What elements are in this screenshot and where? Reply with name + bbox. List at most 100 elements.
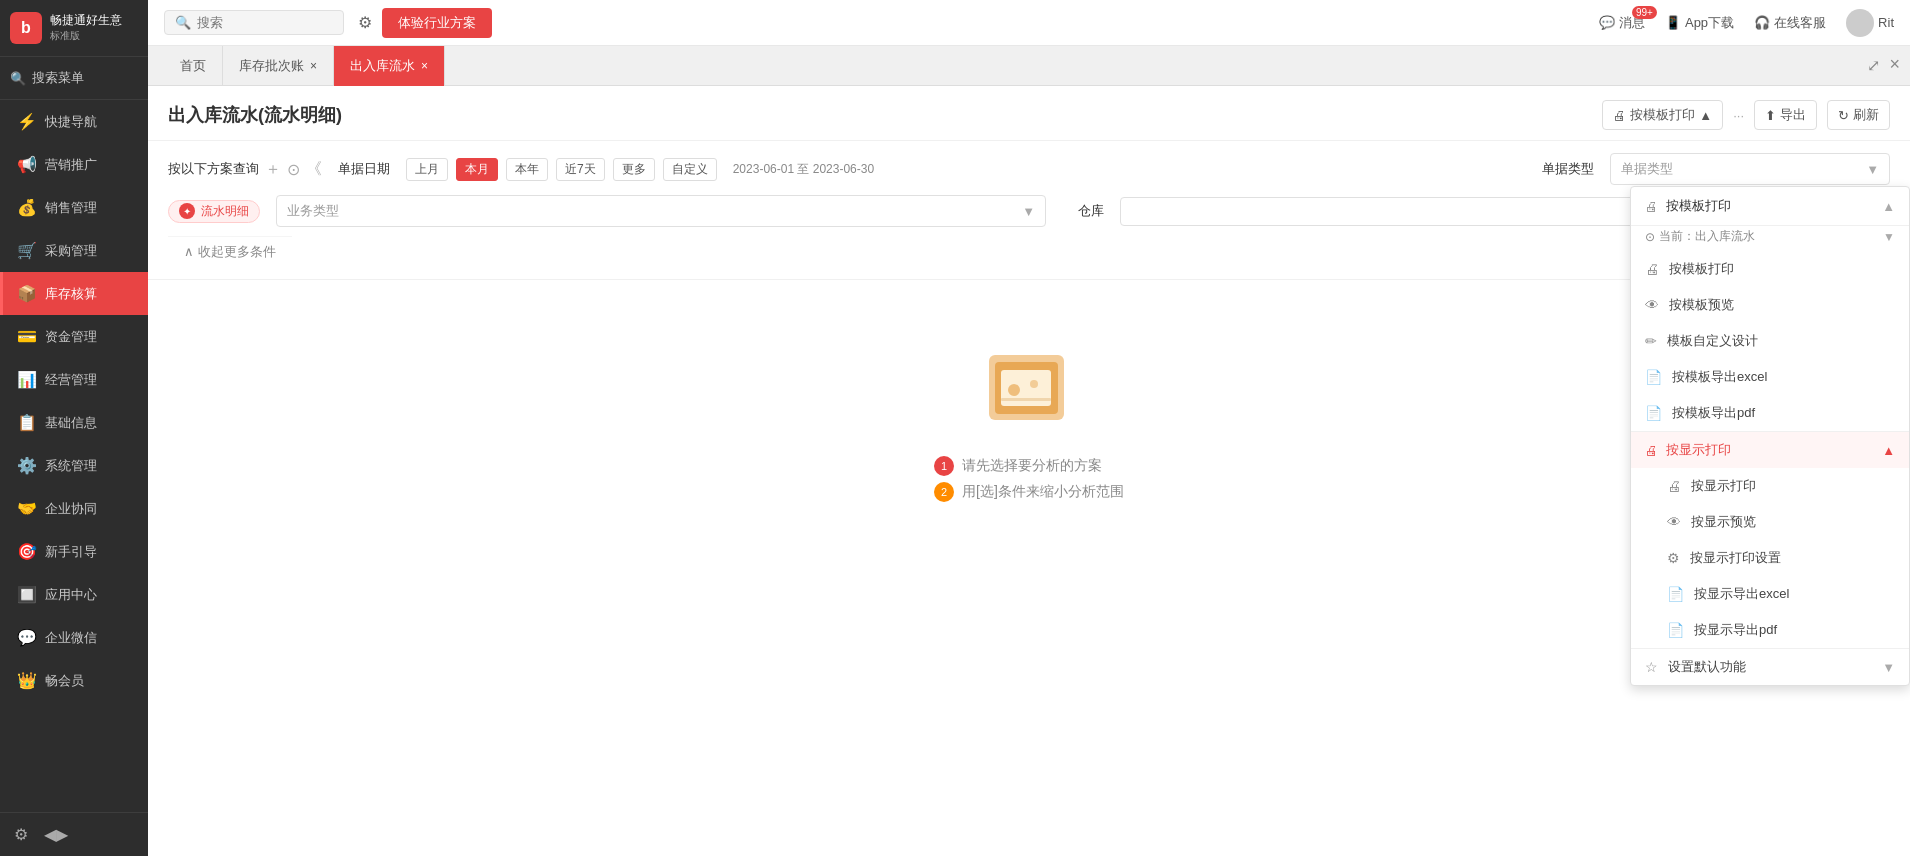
- app-download-btn[interactable]: 📱 App下载: [1665, 14, 1734, 32]
- dropdown-template-print[interactable]: 🖨 按模板打印: [1631, 251, 1909, 287]
- messages-btn[interactable]: 💬 消息 99+: [1599, 14, 1645, 32]
- sidebar-item-label: 企业微信: [45, 629, 97, 647]
- print-dropdown-panel: 🖨 按模板打印 ▲ ⊙ 当前：出入库流水 ▼ 🖨 按模板打印 👁 按模板预览: [1630, 186, 1910, 686]
- topbar-gear-icon[interactable]: ⚙: [358, 13, 372, 32]
- tab-batch-account-close-icon[interactable]: ×: [310, 59, 317, 73]
- sidebar-item-marketing[interactable]: 📢 营销推广: [0, 143, 148, 186]
- chevron-up-icon-2: ∧: [184, 244, 194, 259]
- filter-add-icon[interactable]: ＋: [265, 159, 281, 180]
- template-print-btn[interactable]: 🖨 按模板打印 ▲: [1602, 100, 1723, 130]
- dropdown-pdf-icon: 📄: [1645, 405, 1662, 421]
- svg-point-4: [1030, 380, 1038, 388]
- dropdown-excel-icon: 📄: [1645, 369, 1662, 385]
- dropdown-display-print-section[interactable]: 🖨 按显示打印 ▲: [1631, 432, 1909, 468]
- filter-setting-icon[interactable]: ⊙: [287, 160, 300, 179]
- sidebar-item-member[interactable]: 👑 畅会员: [0, 659, 148, 702]
- print-icon: 🖨: [1613, 108, 1626, 123]
- chevron-up-icon: ▲: [1699, 108, 1712, 123]
- sidebar-item-business[interactable]: 📊 经营管理: [0, 358, 148, 401]
- sidebar-item-inventory[interactable]: 📦 库存核算: [0, 272, 148, 315]
- tab-home[interactable]: 首页: [164, 46, 223, 86]
- dropdown-display-preview[interactable]: 👁 按显示预览: [1631, 504, 1909, 540]
- more-icon[interactable]: ···: [1733, 108, 1744, 123]
- sidebar-item-label: 新手引导: [45, 543, 97, 561]
- step-num-1: 1: [934, 456, 954, 476]
- sidebar-item-label: 企业协同: [45, 500, 97, 518]
- sidebar-item-purchase[interactable]: 🛒 采购管理: [0, 229, 148, 272]
- user-avatar[interactable]: Rit: [1846, 9, 1894, 37]
- topbar: 🔍 ⚙ 体验行业方案 💬 消息 99+ 📱 App下载 🎧 在线客服 Rit: [148, 0, 1910, 46]
- brand-info: 畅捷通好生意 标准版: [50, 13, 122, 43]
- sidebar-item-collab[interactable]: 🤝 企业协同: [0, 487, 148, 530]
- search-menu-btn[interactable]: 🔍 搜索菜单: [10, 65, 138, 91]
- date-btn-more[interactable]: 更多: [613, 158, 655, 181]
- sidebar-item-apps[interactable]: 🔲 应用中心: [0, 573, 148, 616]
- sidebar-item-quick-nav[interactable]: ⚡ 快捷导航: [0, 100, 148, 143]
- business-type-placeholder: 业务类型: [287, 202, 339, 220]
- sidebar-item-basic[interactable]: 📋 基础信息: [0, 401, 148, 444]
- dropdown-display-print-settings[interactable]: ⚙ 按显示打印设置: [1631, 540, 1909, 576]
- svg-point-3: [1008, 384, 1020, 396]
- page-inner: 出入库流水(流水明细) 🖨 按模板打印 ▲ ··· ⬆ 导出 ↻ 刷新: [148, 86, 1910, 856]
- refresh-icon: ↻: [1838, 108, 1849, 123]
- dropdown-template-export-pdf[interactable]: 📄 按模板导出pdf: [1631, 395, 1909, 431]
- wechat-icon: 💬: [17, 628, 37, 647]
- sidebar-item-system[interactable]: ⚙️ 系统管理: [0, 444, 148, 487]
- dropdown-set-default[interactable]: ☆ 设置默认功能 ▼: [1631, 649, 1909, 685]
- tab-batch-account[interactable]: 库存批次账 ×: [223, 46, 334, 86]
- industry-solution-btn[interactable]: 体验行业方案: [382, 8, 492, 38]
- empty-step-1: 1 请先选择要分析的方案: [934, 456, 1124, 476]
- tab-expand-icon[interactable]: ⤢: [1867, 56, 1880, 75]
- date-btn-7days[interactable]: 近7天: [556, 158, 605, 181]
- tab-flow-close-icon[interactable]: ×: [421, 59, 428, 73]
- date-btn-last-month[interactable]: 上月: [406, 158, 448, 181]
- dropdown-display-export-excel[interactable]: 📄 按显示导出excel: [1631, 576, 1909, 612]
- tab-close-all-btn[interactable]: ×: [1889, 54, 1900, 75]
- sidebar-search-area: 🔍 搜索菜单: [0, 57, 148, 100]
- flow-detail-tag[interactable]: ✦ 流水明细: [168, 200, 260, 223]
- dropdown-collapse-icon[interactable]: ▲: [1882, 199, 1895, 214]
- dropdown-display-section-label: 按显示打印: [1666, 441, 1731, 459]
- refresh-btn[interactable]: ↻ 刷新: [1827, 100, 1890, 130]
- collapse-sidebar-icon[interactable]: ◀▶: [44, 825, 68, 844]
- export-btn[interactable]: ⬆ 导出: [1754, 100, 1817, 130]
- online-service-label: 在线客服: [1774, 14, 1826, 32]
- collapse-filter-btn[interactable]: ∧ 收起更多条件: [168, 236, 292, 267]
- sidebar-item-guide[interactable]: 🎯 新手引导: [0, 530, 148, 573]
- date-btn-custom[interactable]: 自定义: [663, 158, 717, 181]
- step-num-2: 2: [934, 482, 954, 502]
- dropdown-display-export-pdf[interactable]: 📄 按显示导出pdf: [1631, 612, 1909, 648]
- sidebar-item-label: 基础信息: [45, 414, 97, 432]
- settings-bottom-icon[interactable]: ⚙: [14, 825, 28, 844]
- type-filter-label: 单据类型: [1542, 160, 1594, 178]
- tab-flow[interactable]: 出入库流水 ×: [334, 46, 445, 86]
- sidebar-item-wechat[interactable]: 💬 企业微信: [0, 616, 148, 659]
- dropdown-template-print-label: 按模板打印: [1669, 260, 1734, 278]
- quick-nav-icon: ⚡: [17, 112, 37, 131]
- topbar-search-input[interactable]: [197, 15, 333, 30]
- dropdown-display-print-label: 按显示打印: [1691, 477, 1756, 495]
- sidebar-item-finance[interactable]: 💳 资金管理: [0, 315, 148, 358]
- filter-section-label: 按以下方案查询: [168, 160, 259, 178]
- dropdown-template-preview[interactable]: 👁 按模板预览: [1631, 287, 1909, 323]
- date-btn-current-month[interactable]: 本月: [456, 158, 498, 181]
- topbar-search[interactable]: 🔍: [164, 10, 344, 35]
- empty-step-2: 2 用[选]条件来缩小分析范围: [934, 482, 1124, 502]
- online-service-btn[interactable]: 🎧 在线客服: [1754, 14, 1826, 32]
- type-dropdown[interactable]: 单据类型 ▼: [1610, 153, 1890, 185]
- sidebar-item-sales[interactable]: 💰 销售管理: [0, 186, 148, 229]
- step-1-text: 请先选择要分析的方案: [962, 457, 1102, 475]
- dropdown-display-preview-icon: 👁: [1667, 514, 1681, 530]
- online-service-icon: 🎧: [1754, 15, 1770, 30]
- dropdown-display-print[interactable]: 🖨 按显示打印: [1631, 468, 1909, 504]
- tag-close-icon[interactable]: ✦: [179, 203, 195, 219]
- sidebar-item-label: 系统管理: [45, 457, 97, 475]
- tab-batch-account-label: 库存批次账: [239, 57, 304, 75]
- finance-icon: 💳: [17, 327, 37, 346]
- filter-row-1: 按以下方案查询 ＋ ⊙ 《 单据日期 上月 本月 本年 近7天 更多 自定义: [168, 153, 1890, 185]
- dropdown-template-custom[interactable]: ✏ 模板自定义设计: [1631, 323, 1909, 359]
- business-type-dropdown[interactable]: 业务类型 ▼: [276, 195, 1046, 227]
- dropdown-template-export-excel[interactable]: 📄 按模板导出excel: [1631, 359, 1909, 395]
- date-btn-current-year[interactable]: 本年: [506, 158, 548, 181]
- filter-collapse-icon[interactable]: 《: [306, 159, 322, 180]
